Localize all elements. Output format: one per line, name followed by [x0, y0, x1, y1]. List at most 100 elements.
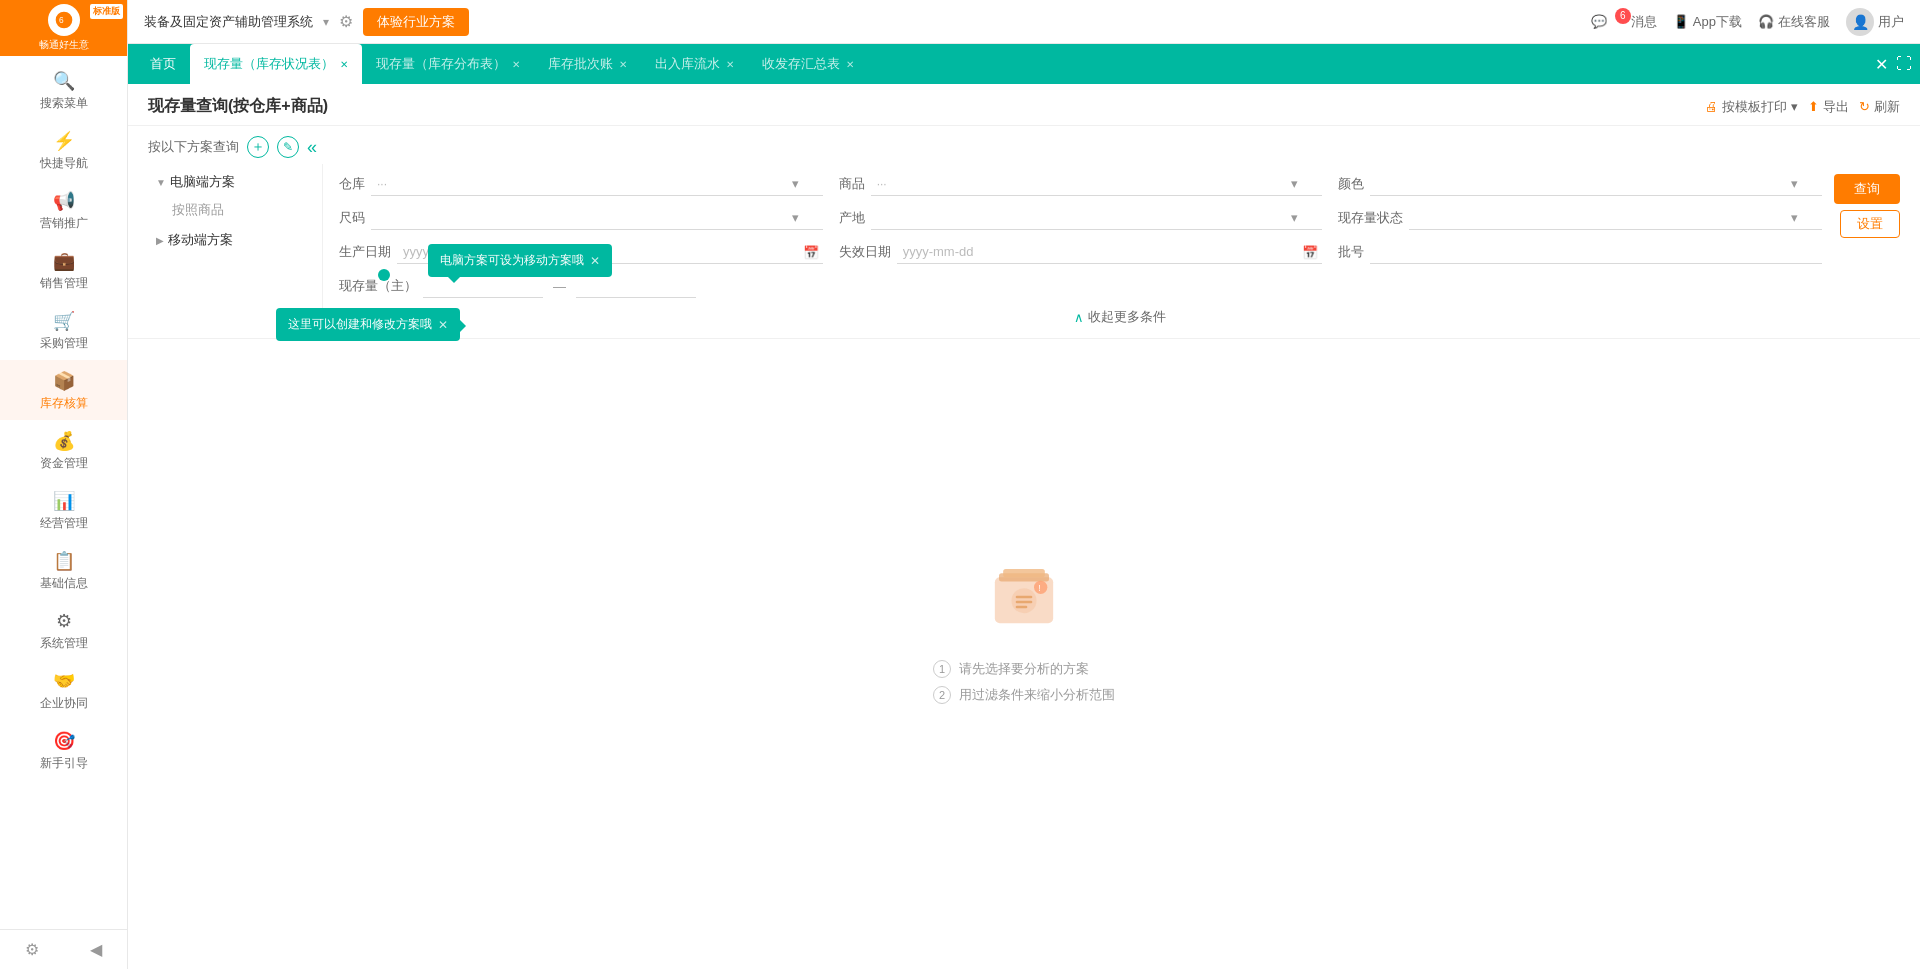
svg-rect-6 [1016, 596, 1033, 599]
sidebar-item-operations[interactable]: 📊 经营管理 [0, 480, 127, 540]
collapse-label: 收起更多条件 [1088, 308, 1166, 326]
tab-label: 出入库流水 [655, 55, 720, 73]
production-date-label: 生产日期 [339, 243, 391, 261]
sidebar-item-quicknav[interactable]: ⚡ 快捷导航 [0, 120, 127, 180]
stock-status-dropdown-arrow: ▾ [1791, 210, 1798, 225]
empty-tip-1: 1 请先选择要分析的方案 [933, 660, 1115, 678]
app-download-btn[interactable]: 📱 App下载 [1673, 13, 1742, 31]
system-dropdown-btn[interactable]: ▾ [323, 15, 329, 29]
industry-btn[interactable]: 体验行业方案 [363, 8, 469, 36]
sidebar-item-guide[interactable]: 🎯 新手引导 [0, 720, 127, 780]
system-name: 装备及固定资产辅助管理系统 [144, 13, 313, 31]
filter-row-2: 尺码 ▾ 产地 [339, 206, 1822, 230]
refresh-btn[interactable]: ↻ 刷新 [1859, 98, 1900, 116]
tab-summary[interactable]: 收发存汇总表 ✕ [748, 44, 868, 84]
scheme-tooltip-close[interactable]: ✕ [590, 254, 600, 268]
sidebar-item-basic-info[interactable]: 📋 基础信息 [0, 540, 127, 600]
warehouse-select[interactable]: ··· ▾ [371, 172, 823, 196]
edit-scheme-tooltip-bubble: 这里可以创建和修改方案哦 ✕ [276, 308, 460, 341]
edit-scheme-tooltip-text: 这里可以创建和修改方案哦 [288, 316, 432, 333]
expiry-date-input[interactable] [897, 240, 1323, 264]
color-dropdown-arrow: ▾ [1791, 176, 1798, 191]
close-all-tabs-btn[interactable]: ✕ [1875, 55, 1888, 74]
sidebar-item-label: 系统管理 [40, 635, 88, 652]
tab-close-4[interactable]: ✕ [846, 59, 854, 70]
stock-status-select[interactable]: ▾ [1409, 206, 1822, 230]
goods-select-wrapper: ··· ▾ [871, 172, 1323, 196]
size-dropdown-arrow: ▾ [792, 210, 799, 225]
tab-inventory-status[interactable]: 现存量（库存状况表） ✕ [190, 44, 362, 84]
desktop-scheme-child[interactable]: 按照商品 [148, 196, 322, 224]
stock-qty-to-input[interactable] [576, 274, 696, 298]
header-settings-btn[interactable]: ⚙ [339, 12, 353, 31]
filter-wrapper: 按以下方案查询 ＋ ✎ « 电脑方案可设为移动方案哦 ✕ 这里可以创建和修改方案… [128, 126, 1920, 339]
sidebar-nav: 🔍 搜索菜单 ⚡ 快捷导航 📢 营销推广 💼 销售管理 🛒 采购管理 📦 库存核… [0, 56, 127, 929]
batch-input[interactable] [1370, 240, 1822, 264]
size-select[interactable]: ▾ [371, 206, 823, 230]
origin-select[interactable]: ▾ [871, 206, 1323, 230]
goods-label: 商品 [839, 175, 865, 193]
tab-close-1[interactable]: ✕ [512, 59, 520, 70]
filter-row-4: 现存量（主） — [339, 274, 1822, 298]
mobile-scheme-group: ▶ 移动端方案 [148, 226, 322, 254]
print-dropdown-icon: ▾ [1791, 99, 1798, 114]
header-left: 装备及固定资产辅助管理系统 ▾ ⚙ 体验行业方案 [144, 8, 469, 36]
tab-flow[interactable]: 出入库流水 ✕ [641, 44, 748, 84]
filter-edit-scheme-btn[interactable]: ✎ [277, 136, 299, 158]
collapse-btn[interactable]: ◀ [90, 940, 102, 959]
sidebar-item-label: 企业协同 [40, 695, 88, 712]
search-btn[interactable]: 查询 [1834, 174, 1900, 204]
sidebar-item-search[interactable]: 🔍 搜索菜单 [0, 60, 127, 120]
svg-point-9 [1034, 581, 1047, 594]
fullscreen-btn[interactable]: ⛶ [1896, 55, 1912, 73]
export-btn[interactable]: ⬆ 导出 [1808, 98, 1849, 116]
tab-close-3[interactable]: ✕ [726, 59, 734, 70]
goods-field: 商品 ··· ▾ [839, 172, 1323, 196]
online-support-btn[interactable]: 🎧 在线客服 [1758, 13, 1830, 31]
tab-home[interactable]: 首页 [136, 55, 190, 73]
desktop-scheme-toggle[interactable]: ▼ 电脑端方案 [148, 168, 322, 196]
empty-tips: 1 请先选择要分析的方案 2 用过滤条件来缩小分析范围 [933, 660, 1115, 704]
user-menu-btn[interactable]: 👤 用户 [1846, 8, 1904, 36]
filter-back-btn[interactable]: « [307, 137, 317, 158]
phone-icon: 📱 [1673, 14, 1689, 29]
sidebar-item-finance[interactable]: 💰 资金管理 [0, 420, 127, 480]
message-icon: 💬 [1591, 14, 1607, 29]
expiry-date-field: 失效日期 📅 [839, 240, 1323, 264]
goods-select[interactable]: ··· ▾ [871, 172, 1323, 196]
sidebar-item-marketing[interactable]: 📢 营销推广 [0, 180, 127, 240]
sidebar-item-inventory[interactable]: 📦 库存核算 [0, 360, 127, 420]
warehouse-label: 仓库 [339, 175, 365, 193]
stock-qty-from-input[interactable] [423, 274, 543, 298]
tab-inventory-dist[interactable]: 现存量（库存分布表） ✕ [362, 44, 534, 84]
message-btn[interactable]: 💬 6 消息 [1591, 13, 1657, 31]
settings-footer-btn[interactable]: ⚙ [25, 940, 39, 959]
sidebar-item-purchase[interactable]: 🛒 采购管理 [0, 300, 127, 360]
sidebar-item-system[interactable]: ⚙ 系统管理 [0, 600, 127, 660]
filter-add-scheme-btn[interactable]: ＋ [247, 136, 269, 158]
collapse-more-btn[interactable]: ∧ 收起更多条件 [339, 304, 1900, 330]
print-btn[interactable]: 🖨 按模板打印 ▾ [1705, 98, 1798, 116]
tab-batch[interactable]: 库存批次账 ✕ [534, 44, 641, 84]
reset-btn[interactable]: 设置 [1840, 210, 1900, 238]
cart-icon: 🛒 [53, 310, 75, 332]
tab-close-2[interactable]: ✕ [619, 59, 627, 70]
logo-text: 畅通好生意 [39, 38, 89, 52]
edit-scheme-tooltip-close[interactable]: ✕ [438, 318, 448, 332]
mobile-scheme-arrow: ▶ [156, 235, 164, 246]
desktop-scheme-child-label: 按照商品 [172, 201, 224, 219]
connector-dot-1 [378, 269, 390, 281]
size-select-wrapper: ▾ [371, 206, 823, 230]
expiry-date-label: 失效日期 [839, 243, 891, 261]
sidebar-item-sales[interactable]: 💼 销售管理 [0, 240, 127, 300]
color-select[interactable]: ▾ [1370, 172, 1822, 196]
expiry-date-input-wrapper: 📅 [897, 240, 1323, 264]
tab-close-0[interactable]: ✕ [340, 59, 348, 70]
production-date-calendar-icon[interactable]: 📅 [803, 245, 819, 260]
expiry-date-calendar-icon[interactable]: 📅 [1302, 245, 1318, 260]
warehouse-select-wrapper: ··· ▾ [371, 172, 823, 196]
stock-qty-label: 现存量（主） [339, 277, 417, 295]
tab-label: 收发存汇总表 [762, 55, 840, 73]
sidebar-item-collab[interactable]: 🤝 企业协同 [0, 660, 127, 720]
mobile-scheme-toggle[interactable]: ▶ 移动端方案 [148, 226, 322, 254]
